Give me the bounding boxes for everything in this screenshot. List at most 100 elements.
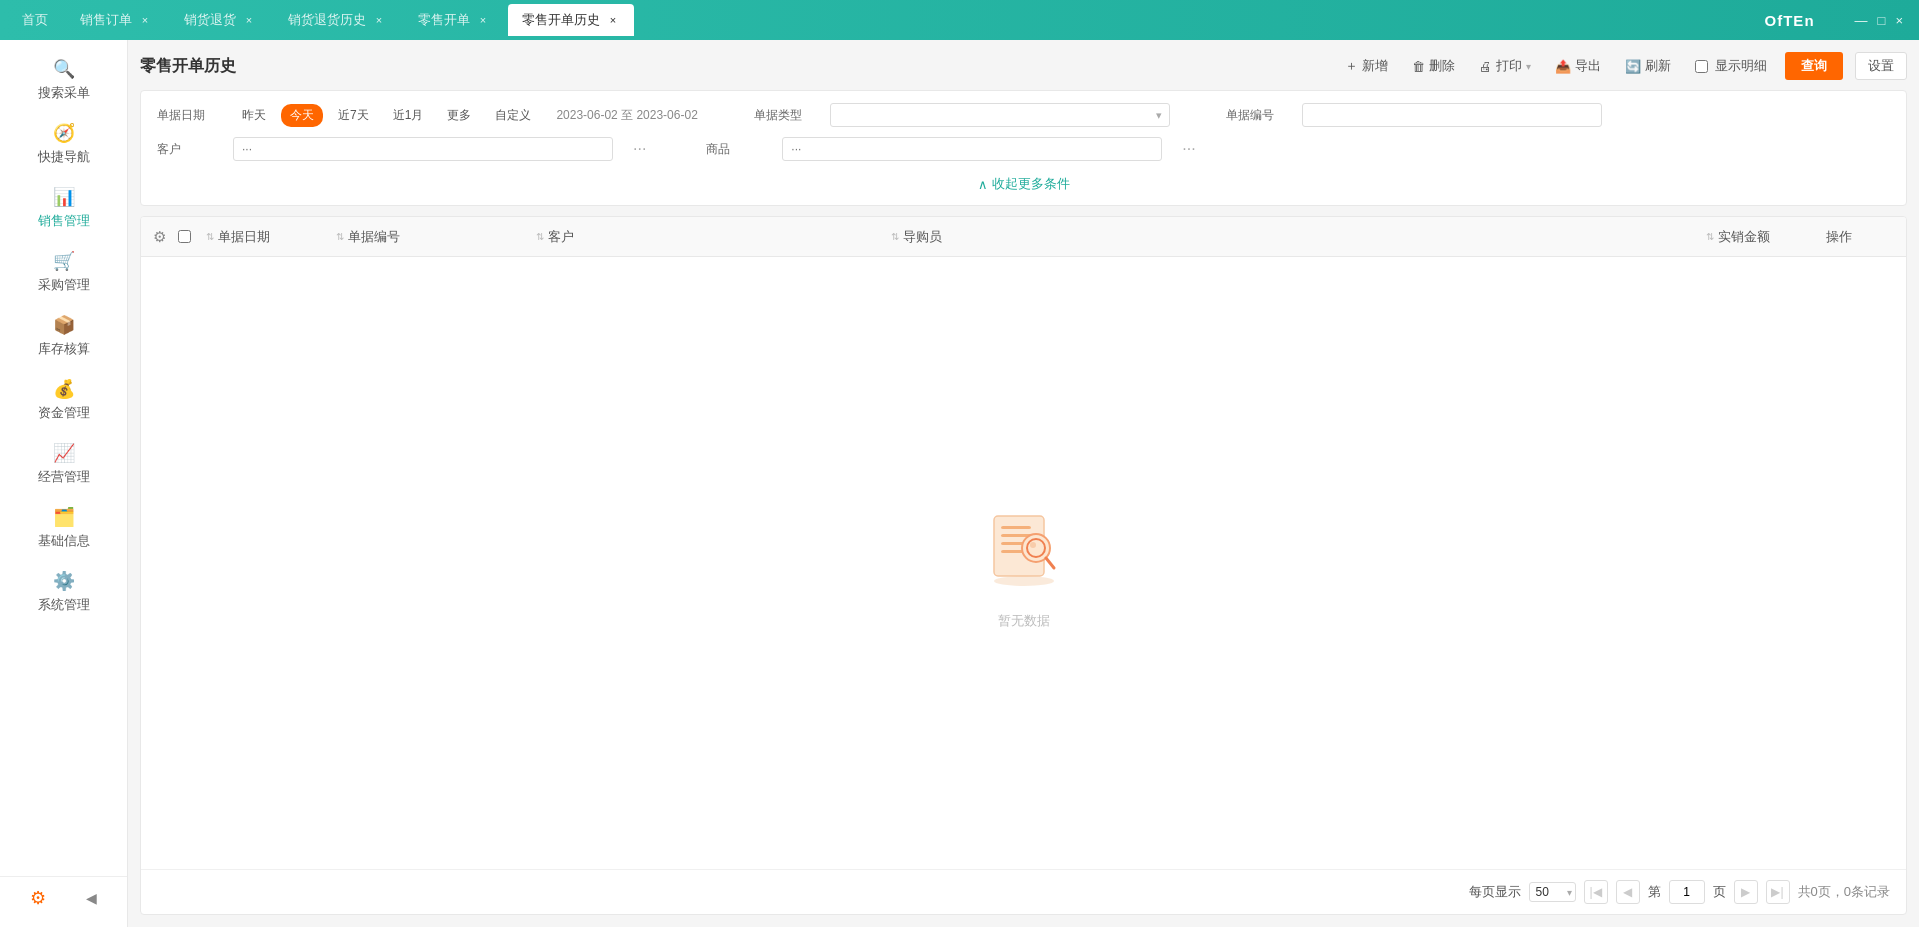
display-detail-checkbox[interactable] bbox=[1695, 60, 1708, 73]
print-button[interactable]: 🖨 打印 ▾ bbox=[1473, 53, 1537, 79]
minimize-btn[interactable]: — bbox=[1855, 13, 1868, 28]
maximize-btn[interactable]: □ bbox=[1878, 13, 1886, 28]
export-button[interactable]: 📤 导出 bbox=[1549, 53, 1607, 79]
add-button[interactable]: ＋ 新增 bbox=[1339, 53, 1394, 79]
operation-icon: 📈 bbox=[53, 442, 75, 464]
th-customer[interactable]: ⇅ 客户 bbox=[528, 228, 883, 246]
date-btn-yesterday[interactable]: 昨天 bbox=[233, 104, 275, 127]
per-page-select-wrap: 20 50 100 ▾ bbox=[1529, 882, 1576, 902]
th-date[interactable]: ⇅ 单据日期 bbox=[198, 228, 328, 246]
date-btn-1month[interactable]: 近1月 bbox=[384, 104, 433, 127]
sidebar-item-nav[interactable]: 🧭 快捷导航 bbox=[0, 112, 127, 176]
collapse-sidebar-icon[interactable]: ◀ bbox=[86, 890, 97, 906]
select-all-checkbox[interactable] bbox=[178, 230, 191, 243]
brand-label: OfTEn bbox=[1765, 12, 1815, 29]
th-amount-sort-icon: ⇅ bbox=[1706, 231, 1714, 242]
bill-input[interactable] bbox=[1302, 103, 1602, 127]
sidebar-item-system-label: 系统管理 bbox=[38, 596, 90, 614]
empty-illustration bbox=[974, 496, 1074, 596]
type-select[interactable] bbox=[830, 103, 1170, 127]
refresh-button[interactable]: 🔄 刷新 bbox=[1619, 53, 1677, 79]
th-action: 操作 bbox=[1818, 228, 1898, 246]
th-bill[interactable]: ⇅ 单据编号 bbox=[328, 228, 528, 246]
goods-input[interactable] bbox=[782, 137, 1162, 161]
date-range-display: 2023-06-02 至 2023-06-02 bbox=[556, 107, 697, 124]
table-settings-icon[interactable]: ⚙ bbox=[149, 228, 170, 246]
filter-panel: 单据日期 昨天 今天 近7天 近1月 更多 自定义 2023-06-02 至 2… bbox=[140, 90, 1907, 206]
toolbar: ＋ 新增 🗑 删除 🖨 打印 ▾ 📤 导出 🔄 bbox=[1339, 52, 1907, 80]
date-btn-more[interactable]: 更多 bbox=[438, 104, 480, 127]
th-checkbox[interactable] bbox=[170, 230, 198, 243]
sidebar-item-purchase-label: 采购管理 bbox=[38, 276, 90, 294]
th-guide[interactable]: ⇅ 导购员 bbox=[883, 228, 1003, 246]
th-guide-label: 导购员 bbox=[903, 228, 942, 246]
th-customer-sort-icon: ⇅ bbox=[536, 231, 544, 242]
window-close-btn[interactable]: × bbox=[1895, 13, 1903, 28]
delete-button[interactable]: 🗑 删除 bbox=[1406, 53, 1461, 79]
th-amount[interactable]: ⇅ 实销金额 bbox=[1698, 228, 1818, 246]
type-label: 单据类型 bbox=[754, 107, 814, 124]
sidebar-bottom: ⚙ ◀ bbox=[0, 876, 127, 919]
first-page-button[interactable]: |◀ bbox=[1584, 880, 1608, 904]
goods-dots-icon[interactable]: ··· bbox=[1178, 140, 1199, 158]
date-btn-7days[interactable]: 近7天 bbox=[329, 104, 378, 127]
tab-return-history[interactable]: 销货退货历史 × bbox=[274, 4, 400, 36]
tab-retail-open[interactable]: 零售开单 × bbox=[404, 4, 504, 36]
tab-retail-history-close[interactable]: × bbox=[606, 13, 620, 27]
basic-icon: 🗂️ bbox=[53, 506, 75, 528]
tab-retail-open-label: 零售开单 bbox=[418, 11, 470, 29]
sidebar-item-search[interactable]: 🔍 搜索采单 bbox=[0, 48, 127, 112]
tab-return-close[interactable]: × bbox=[242, 13, 256, 27]
tab-retail-history[interactable]: 零售开单历史 × bbox=[508, 4, 634, 36]
sidebar-item-finance[interactable]: 💰 资金管理 bbox=[0, 368, 127, 432]
sidebar-item-operation[interactable]: 📈 经营管理 bbox=[0, 432, 127, 496]
collapse-label: 收起更多条件 bbox=[992, 175, 1070, 193]
prev-page-button[interactable]: ◀ bbox=[1616, 880, 1640, 904]
nav-icon: 🧭 bbox=[53, 122, 75, 144]
refresh-icon: 🔄 bbox=[1625, 59, 1641, 74]
bill-label: 单据编号 bbox=[1226, 107, 1286, 124]
sidebar-item-sales[interactable]: 📊 销售管理 bbox=[0, 176, 127, 240]
date-btn-today[interactable]: 今天 bbox=[281, 104, 323, 127]
sidebar-item-purchase[interactable]: 🛒 采购管理 bbox=[0, 240, 127, 304]
system-icon: ⚙️ bbox=[53, 570, 75, 592]
sidebar-item-stock[interactable]: 📦 库存核算 bbox=[0, 304, 127, 368]
tab-return-history-label: 销货退货历史 bbox=[288, 11, 366, 29]
tab-return-history-close[interactable]: × bbox=[372, 13, 386, 27]
add-label: 新增 bbox=[1362, 57, 1388, 75]
collapse-row[interactable]: ∧ 收起更多条件 bbox=[157, 171, 1890, 193]
sidebar-item-basic[interactable]: 🗂️ 基础信息 bbox=[0, 496, 127, 560]
tab-sales-order[interactable]: 销售订单 × bbox=[66, 4, 166, 36]
tab-sales-order-close[interactable]: × bbox=[138, 13, 152, 27]
query-button[interactable]: 查询 bbox=[1785, 52, 1843, 80]
per-page-select[interactable]: 20 50 100 bbox=[1529, 882, 1576, 902]
th-date-sort-icon: ⇅ bbox=[206, 231, 214, 242]
tab-home[interactable]: 首页 bbox=[8, 4, 62, 36]
settings-gear-icon[interactable]: ⚙ bbox=[30, 887, 46, 909]
sidebar-item-system[interactable]: ⚙️ 系统管理 bbox=[0, 560, 127, 624]
page-title: 零售开单历史 bbox=[140, 56, 236, 77]
content-area: 零售开单历史 ＋ 新增 🗑 删除 🖨 打印 ▾ 📤 导出 bbox=[128, 40, 1919, 927]
svg-rect-2 bbox=[1001, 526, 1031, 529]
th-customer-label: 客户 bbox=[548, 228, 574, 246]
filter-row-1: 单据日期 昨天 今天 近7天 近1月 更多 自定义 2023-06-02 至 2… bbox=[157, 103, 1890, 127]
goods-label: 商品 bbox=[706, 141, 766, 158]
export-label: 导出 bbox=[1575, 57, 1601, 75]
page-input[interactable] bbox=[1669, 880, 1705, 904]
tab-retail-open-close[interactable]: × bbox=[476, 13, 490, 27]
tab-return[interactable]: 销货退货 × bbox=[170, 4, 270, 36]
export-icon: 📤 bbox=[1555, 59, 1571, 74]
settings-button[interactable]: 设置 bbox=[1855, 52, 1907, 80]
delete-label: 删除 bbox=[1429, 57, 1455, 75]
display-detail-button[interactable]: 显示明细 bbox=[1689, 53, 1773, 79]
sidebar-item-basic-label: 基础信息 bbox=[38, 532, 90, 550]
customer-dots-icon[interactable]: ··· bbox=[629, 140, 650, 158]
customer-input[interactable] bbox=[233, 137, 613, 161]
sidebar-item-stock-label: 库存核算 bbox=[38, 340, 90, 358]
last-page-button[interactable]: ▶| bbox=[1766, 880, 1790, 904]
date-btn-custom[interactable]: 自定义 bbox=[486, 104, 540, 127]
next-page-button[interactable]: ▶ bbox=[1734, 880, 1758, 904]
tab-sales-order-label: 销售订单 bbox=[80, 11, 132, 29]
svg-rect-4 bbox=[1001, 542, 1025, 545]
delete-icon: 🗑 bbox=[1412, 59, 1425, 74]
